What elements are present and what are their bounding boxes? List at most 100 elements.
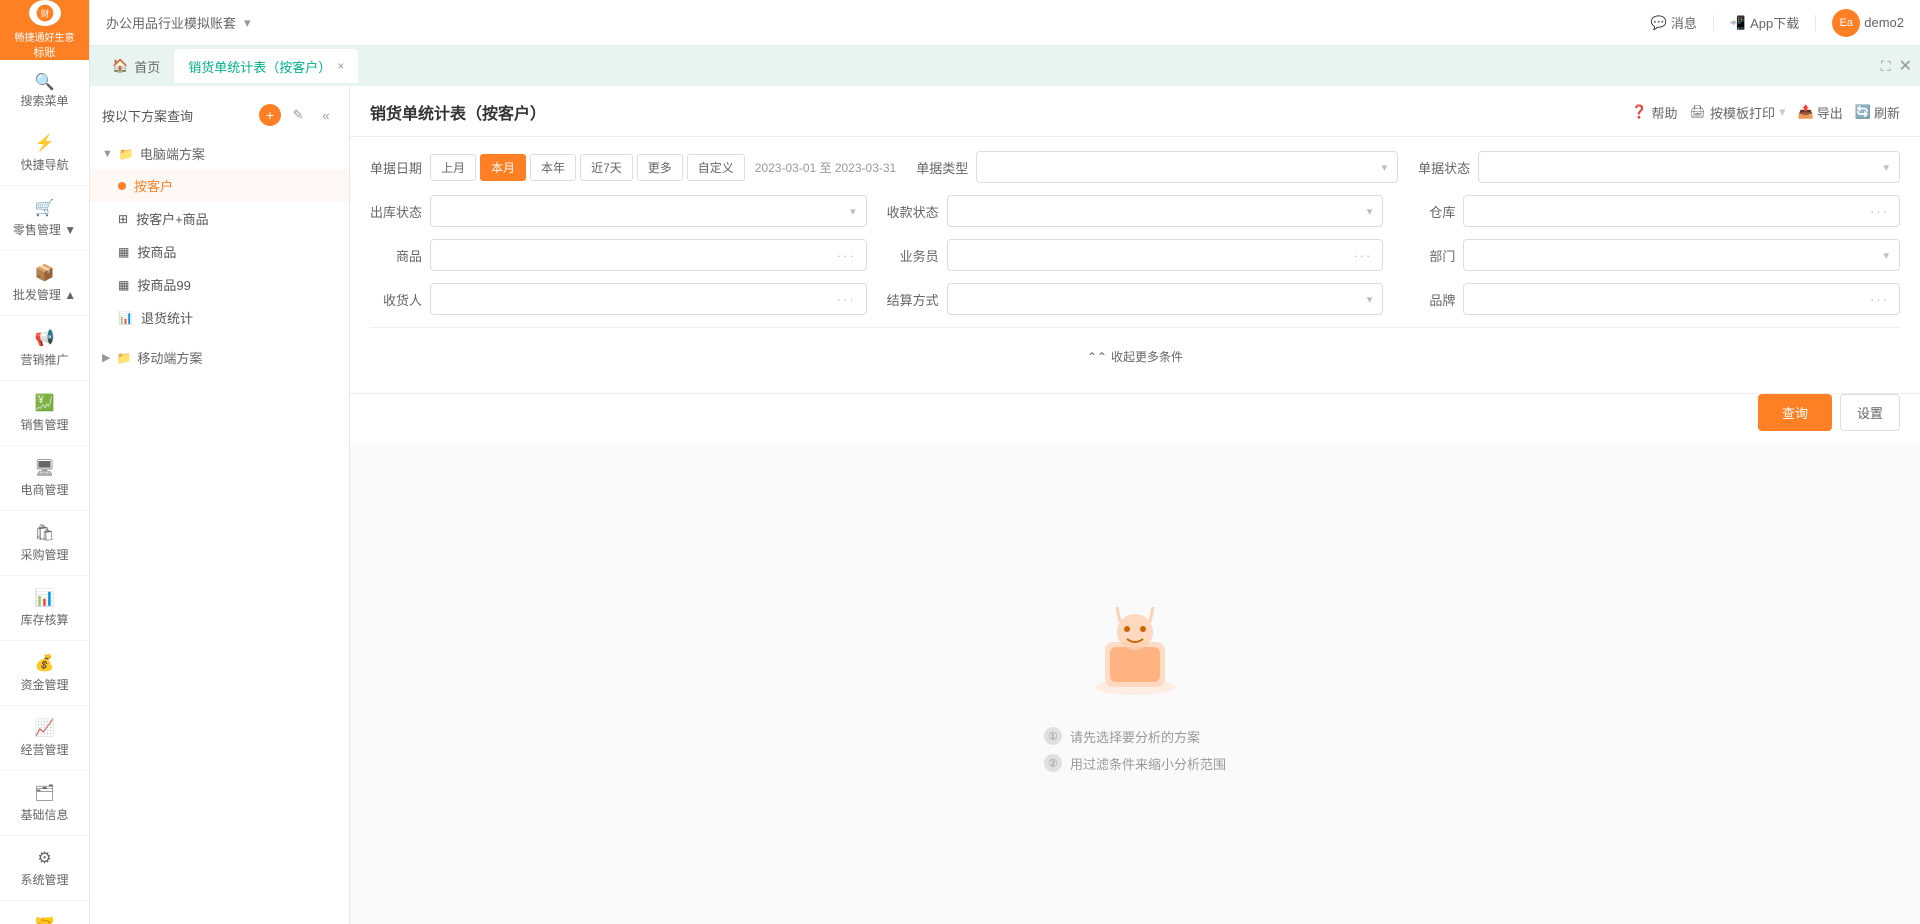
settlement-input[interactable]: ▾ [947,283,1384,315]
scheme-item-by-customer-product[interactable]: ⊞ 按客户+商品 [90,202,349,235]
sidebar-item-system[interactable]: ⚙ 系统管理 [0,836,90,901]
logo[interactable]: 财 畅捷通好生意 标账 [0,0,90,60]
help-btn[interactable]: ❓ 帮助 [1631,103,1677,122]
inventory-icon: 📊 [5,588,85,608]
help-icon: ❓ [1631,104,1647,120]
refresh-btn[interactable]: 🔄 刷新 [1855,103,1900,122]
right-panel: 销货单统计表（按客户） ❓ 帮助 🖨 按模板打印 ▾ 📤 导出 [350,86,1920,924]
mobile-section-label: 移动端方案 [137,348,202,367]
payment-status-input[interactable]: ▾ [947,195,1384,227]
tab-sales-stats[interactable]: 销货单统计表（按客户） × [174,49,358,83]
date-btn-7days[interactable]: 近7天 [580,154,633,181]
out-status-input[interactable]: ▾ [430,195,867,227]
query-btn[interactable]: 查询 [1758,394,1832,431]
sidebar-item-quicknav[interactable]: ⚡ 快捷导航 [0,121,90,186]
desktop-section-header[interactable]: ▼ 📁 电脑端方案 [90,138,349,169]
scheme-item-label: 按客户+商品 [136,209,209,228]
purchase-icon: 🛍 [5,523,85,543]
date-btn-this-month[interactable]: 本月 [480,154,526,181]
main-area: 办公用品行业模拟账套 ▾ 💬 消息 📲 App下载 Ea demo2 [90,0,1920,924]
sidebar-item-basic[interactable]: 🗂 基础信息 [0,771,90,836]
date-btn-this-year[interactable]: 本年 [530,154,576,181]
export-label: 导出 [1817,103,1843,122]
receiver-label: 收货人 [370,290,430,309]
scheme-item-by-customer[interactable]: 按客户 [90,169,349,202]
out-status-dropdown-icon: ▾ [850,205,856,218]
divider1 [1713,15,1714,31]
message-btn[interactable]: 💬 消息 [1651,13,1697,32]
scheme-add-btn[interactable]: + [259,104,281,126]
department-label: 部门 [1403,246,1463,265]
sidebar-item-operations[interactable]: 📈 经营管理 [0,706,90,771]
date-btn-more[interactable]: 更多 [637,154,683,181]
collapse-more-btn[interactable]: ⌃⌃ 收起更多条件 [370,342,1900,371]
date-btn-last-month[interactable]: 上月 [430,154,476,181]
scheme-item-by-product-99[interactable]: ▦ 按商品99 [90,268,349,301]
app-download-btn[interactable]: 📲 App下载 [1730,13,1799,32]
scheme-edit-btn[interactable]: ✎ [287,104,309,126]
help-label: 帮助 [1652,103,1678,122]
retail-icon: 🛒 [5,198,85,218]
top-header: 办公用品行业模拟账套 ▾ 💬 消息 📲 App下载 Ea demo2 [90,0,1920,46]
sidebar-item-retail[interactable]: 🛒 零售管理 ▼ [0,186,90,251]
sidebar-item-sales[interactable]: 💹 销售管理 [0,381,90,446]
receiver-dots: ··· [837,292,856,307]
close-window-btn[interactable]: ✕ [1899,56,1912,76]
action-bar: 查询 设置 [350,394,1920,443]
warehouse-label: 仓库 [1403,202,1463,221]
scheme-header: 按以下方案查询 + ✎ « [90,96,349,134]
compass-icon: ⚡ [5,133,85,153]
print-dropdown-icon[interactable]: ▾ [1779,104,1786,120]
user-menu[interactable]: Ea demo2 [1832,9,1904,37]
brand-input[interactable]: ··· [1463,283,1900,315]
sidebar-item-finance[interactable]: 💰 资金管理 [0,641,90,706]
tab-maximize-btn[interactable]: ⛶ [1881,58,1891,75]
empty-step-1: ① 请先选择要分析的方案 [1044,727,1226,746]
scheme-header-actions: + ✎ « [259,104,337,126]
step-num-2: ② [1044,754,1062,772]
brand-dots: ··· [1870,292,1889,307]
product-dots: ··· [837,248,856,263]
product-input[interactable]: ··· [430,239,867,271]
scheme-item-return-stats[interactable]: 📊 退货统计 [90,301,349,334]
tab-close-btn[interactable]: × [337,59,344,73]
sidebar-item-enterprise[interactable]: 🤝 企业协同 [0,901,90,924]
mobile-section-header[interactable]: ▶ 📁 移动端方案 [90,342,349,373]
avatar: Ea [1832,9,1860,37]
sidebar: 财 畅捷通好生意 标账 🔍 搜索菜单 ⚡ 快捷导航 🛒 零售管理 ▼ 📦 批发管… [0,0,90,924]
scheme-item-label: 按客户 [134,176,173,195]
sidebar-item-ecommerce[interactable]: 🖥 电商管理 [0,446,90,511]
table-icon2: ▦ [118,278,129,292]
date-btn-custom[interactable]: 自定义 [687,154,745,181]
sidebar-item-inventory[interactable]: 📊 库存核算 [0,576,90,641]
sidebar-search[interactable]: 🔍 搜索菜单 [0,60,90,121]
warehouse-input[interactable]: ··· [1463,195,1900,227]
sidebar-item-marketing[interactable]: 📢 营销推广 [0,316,90,381]
doc-type-input[interactable]: ▾ [976,151,1398,183]
department-input[interactable]: ▾ [1463,239,1900,271]
doc-type-dropdown-icon: ▾ [1382,161,1388,174]
filter-payment-status: 收款状态 ▾ [887,195,1384,227]
print-btn[interactable]: 🖨 按模板打印 ▾ [1690,103,1786,122]
logo-icon: 财 [29,0,61,26]
settings-btn[interactable]: 设置 [1840,394,1900,431]
content-wrapper: 按以下方案查询 + ✎ « ▼ 📁 电脑端方案 按客户 [90,86,1920,924]
breadcrumb-dropdown[interactable]: ▾ [244,15,251,31]
tab-home[interactable]: 🏠 首页 [98,49,174,83]
receiver-input[interactable]: ··· [430,283,867,315]
avatar-initials: Ea [1840,17,1853,29]
export-btn[interactable]: 📤 导出 [1798,103,1843,122]
salesperson-input[interactable]: ··· [947,239,1384,271]
scheme-item-by-product[interactable]: ▦ 按商品 [90,235,349,268]
doc-status-input[interactable]: ▾ [1478,151,1900,183]
doc-status-label: 单据状态 [1418,158,1478,177]
sidebar-item-wholesale[interactable]: 📦 批发管理 ▲ [0,251,90,316]
scheme-collapse-btn[interactable]: « [315,104,337,126]
sidebar-item-purchase[interactable]: 🛍 采购管理 [0,511,90,576]
page-title-bar: 销货单统计表（按客户） ❓ 帮助 🖨 按模板打印 ▾ 📤 导出 [350,86,1920,137]
mobile-scheme-section: ▶ 📁 移动端方案 [90,338,349,377]
collapse-up-icon: ⌃⌃ [1087,350,1107,364]
operations-icon: 📈 [5,718,85,738]
filter-row-3: 商品 ··· 业务员 ··· 部门 [370,239,1900,271]
app-download-label: App下载 [1750,13,1799,32]
